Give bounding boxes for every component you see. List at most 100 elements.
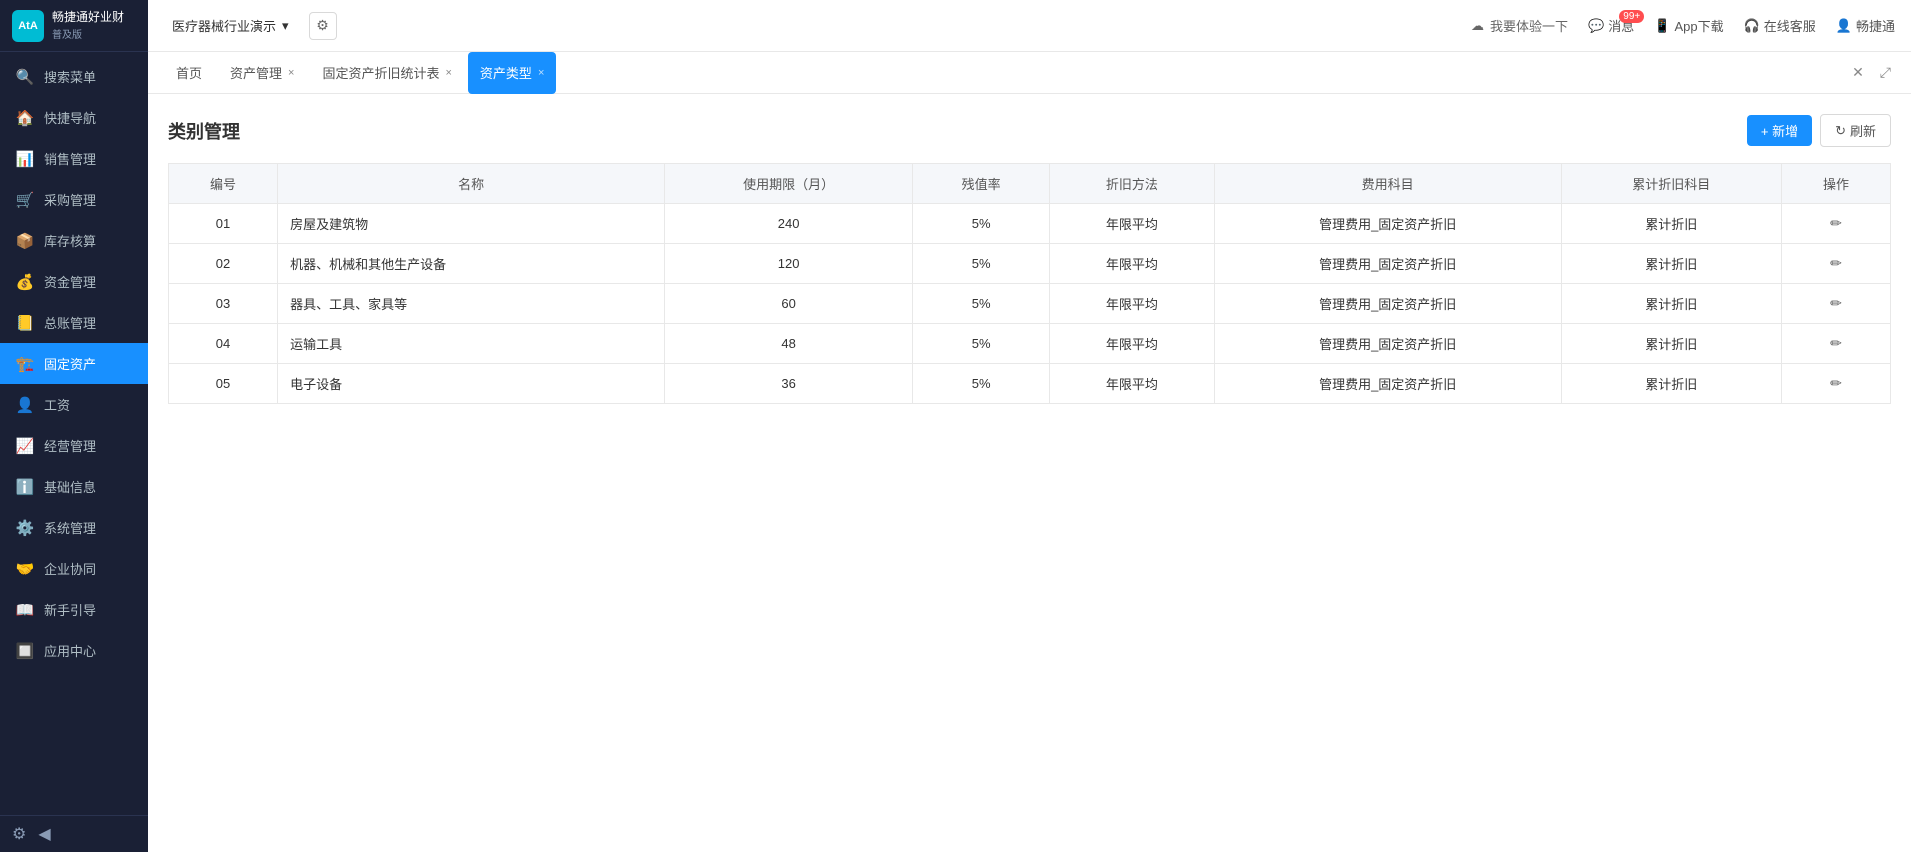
cell-code-3: 04 (169, 324, 278, 364)
sidebar-logo: AtA 畅捷通好业财 普及版 (0, 0, 148, 52)
refresh-button[interactable]: ↻ 刷新 (1820, 114, 1891, 147)
sidebar-item-system[interactable]: ⚙️ 系统管理 (0, 507, 148, 548)
sidebar-item-fixed-assets[interactable]: 🏗️ 固定资产 (0, 343, 148, 384)
cell-period-3: 48 (665, 324, 913, 364)
cell-residual-4: 5% (913, 364, 1050, 404)
app-name: 畅捷通好业财 (52, 10, 124, 26)
cell-period-2: 60 (665, 284, 913, 324)
cell-code-2: 03 (169, 284, 278, 324)
sidebar-item-business[interactable]: 📈 经营管理 (0, 425, 148, 466)
inventory-icon: 📦 (16, 232, 34, 250)
cell-name-2: 器具、工具、家具等 (278, 284, 665, 324)
cell-accum-1: 累计折旧 (1561, 244, 1781, 284)
tab-fixed-asset-report[interactable]: 固定资产折旧统计表 × (310, 52, 463, 94)
page-title: 类别管理 (168, 118, 240, 144)
customer-service-button[interactable]: 🎧 在线客服 (1744, 16, 1816, 35)
sidebar-item-salary[interactable]: 👤 工资 (0, 384, 148, 425)
logo-icon: AtA (12, 10, 44, 42)
salary-icon: 👤 (16, 396, 34, 414)
experience-button[interactable]: ☁ 我要体验一下 (1463, 12, 1576, 39)
tab-asset-type[interactable]: 资产类型× (468, 52, 556, 94)
sidebar-label-ledger: 总账管理 (44, 313, 96, 332)
sidebar-item-search[interactable]: 🔍 搜索菜单 (0, 56, 148, 97)
sidebar-item-ledger[interactable]: 📒 总账管理 (0, 302, 148, 343)
industry-selector[interactable]: 医疗器械行业演示 ▾ (164, 12, 297, 39)
col-header-expense_subject: 费用科目 (1214, 164, 1561, 204)
sidebar-nav: 🔍 搜索菜单 🏠 快捷导航 📊 销售管理 🛒 采购管理 📦 库存核算 💰 资金管… (0, 52, 148, 815)
sidebar-item-inventory[interactable]: 📦 库存核算 (0, 220, 148, 261)
col-header-code: 编号 (169, 164, 278, 204)
cell-op-2: ✏ (1781, 284, 1890, 324)
edit-button-2[interactable]: ✏ (1830, 295, 1842, 311)
cell-code-4: 05 (169, 364, 278, 404)
app-download-button[interactable]: 📱 App下载 (1654, 16, 1723, 35)
sidebar-item-guide[interactable]: 📖 新手引导 (0, 589, 148, 630)
user-menu[interactable]: 👤 畅捷通 (1836, 16, 1895, 35)
table-row: 05 电子设备 36 5% 年限平均 管理费用_固定资产折旧 累计折旧 ✏ (169, 364, 1891, 404)
sidebar-item-basic-info[interactable]: ℹ️ 基础信息 (0, 466, 148, 507)
edit-button-0[interactable]: ✏ (1830, 215, 1842, 231)
close-tab-button[interactable]: ✕ (1848, 60, 1868, 85)
cell-method-1: 年限平均 (1050, 244, 1215, 284)
cell-period-1: 120 (665, 244, 913, 284)
table-body: 01 房屋及建筑物 240 5% 年限平均 管理费用_固定资产折旧 累计折旧 ✏… (169, 204, 1891, 404)
page-actions: + 新增 ↻ 刷新 (1747, 114, 1891, 147)
sidebar-label-guide: 新手引导 (44, 600, 96, 619)
notification-button[interactable]: 💬 消息 99+ (1588, 16, 1634, 35)
tab-close-asset-management[interactable]: × (288, 67, 294, 79)
business-icon: 📈 (16, 437, 34, 455)
customer-service-label: 在线客服 (1764, 16, 1816, 35)
edit-button-4[interactable]: ✏ (1830, 375, 1842, 391)
basic-info-icon: ℹ️ (16, 478, 34, 496)
tab-home[interactable]: 首页 (164, 52, 214, 94)
sidebar-label-fixed-assets: 固定资产 (44, 354, 96, 373)
tab-close-fixed-asset-report[interactable]: × (445, 67, 451, 79)
settings-gear-button[interactable]: ⚙ (309, 12, 337, 40)
cell-method-0: 年限平均 (1050, 204, 1215, 244)
app-download-label: App下载 (1674, 16, 1723, 35)
edit-button-1[interactable]: ✏ (1830, 255, 1842, 271)
cell-expense-2: 管理费用_固定资产折旧 (1214, 284, 1561, 324)
cell-expense-0: 管理费用_固定资产折旧 (1214, 204, 1561, 244)
category-table: 编号名称使用期限（月）残值率折旧方法费用科目累计折旧科目操作 01 房屋及建筑物… (168, 163, 1891, 404)
sales-icon: 📊 (16, 150, 34, 168)
cell-residual-3: 5% (913, 324, 1050, 364)
quick-nav-icon: 🏠 (16, 109, 34, 127)
table-row: 01 房屋及建筑物 240 5% 年限平均 管理费用_固定资产折旧 累计折旧 ✏ (169, 204, 1891, 244)
cell-name-4: 电子设备 (278, 364, 665, 404)
ledger-icon: 📒 (16, 314, 34, 332)
edit-button-3[interactable]: ✏ (1830, 335, 1842, 351)
industry-label: 医疗器械行业演示 (172, 16, 276, 35)
sidebar-item-funds[interactable]: 💰 资金管理 (0, 261, 148, 302)
cell-accum-0: 累计折旧 (1561, 204, 1781, 244)
tab-label-asset-management: 资产管理 (230, 63, 282, 82)
purchase-icon: 🛒 (16, 191, 34, 209)
sidebar-item-app-center[interactable]: 🔲 应用中心 (0, 630, 148, 671)
sidebar-label-purchase: 采购管理 (44, 190, 96, 209)
tab-close-asset-type[interactable]: × (538, 67, 544, 79)
table-row: 03 器具、工具、家具等 60 5% 年限平均 管理费用_固定资产折旧 累计折旧… (169, 284, 1891, 324)
page-header: 类别管理 + 新增 ↻ 刷新 (168, 114, 1891, 147)
maximize-button[interactable]: ⤢ (1876, 60, 1895, 85)
sidebar-item-quick-nav[interactable]: 🏠 快捷导航 (0, 97, 148, 138)
sidebar-item-purchase[interactable]: 🛒 采购管理 (0, 179, 148, 220)
cell-period-0: 240 (665, 204, 913, 244)
cell-op-4: ✏ (1781, 364, 1890, 404)
cell-name-3: 运输工具 (278, 324, 665, 364)
sidebar-item-sales[interactable]: 📊 销售管理 (0, 138, 148, 179)
cell-name-1: 机器、机械和其他生产设备 (278, 244, 665, 284)
cell-expense-1: 管理费用_固定资产折旧 (1214, 244, 1561, 284)
collapse-icon[interactable]: ◀ (38, 824, 50, 844)
tabs-bar-actions: ✕ ⤢ (1848, 60, 1895, 85)
sidebar-label-search: 搜索菜单 (44, 67, 96, 86)
tab-label-fixed-asset-report: 固定资产折旧统计表 (322, 63, 439, 82)
new-button[interactable]: + 新增 (1747, 115, 1812, 146)
cell-accum-4: 累计折旧 (1561, 364, 1781, 404)
tab-asset-management[interactable]: 资产管理 × (218, 52, 306, 94)
notification-badge: 99+ (1619, 10, 1644, 23)
sidebar-label-basic-info: 基础信息 (44, 477, 96, 496)
sidebar-label-cooperation: 企业协同 (44, 559, 96, 578)
settings-icon[interactable]: ⚙ (12, 824, 26, 844)
sidebar-item-cooperation[interactable]: 🤝 企业协同 (0, 548, 148, 589)
guide-icon: 📖 (16, 601, 34, 619)
